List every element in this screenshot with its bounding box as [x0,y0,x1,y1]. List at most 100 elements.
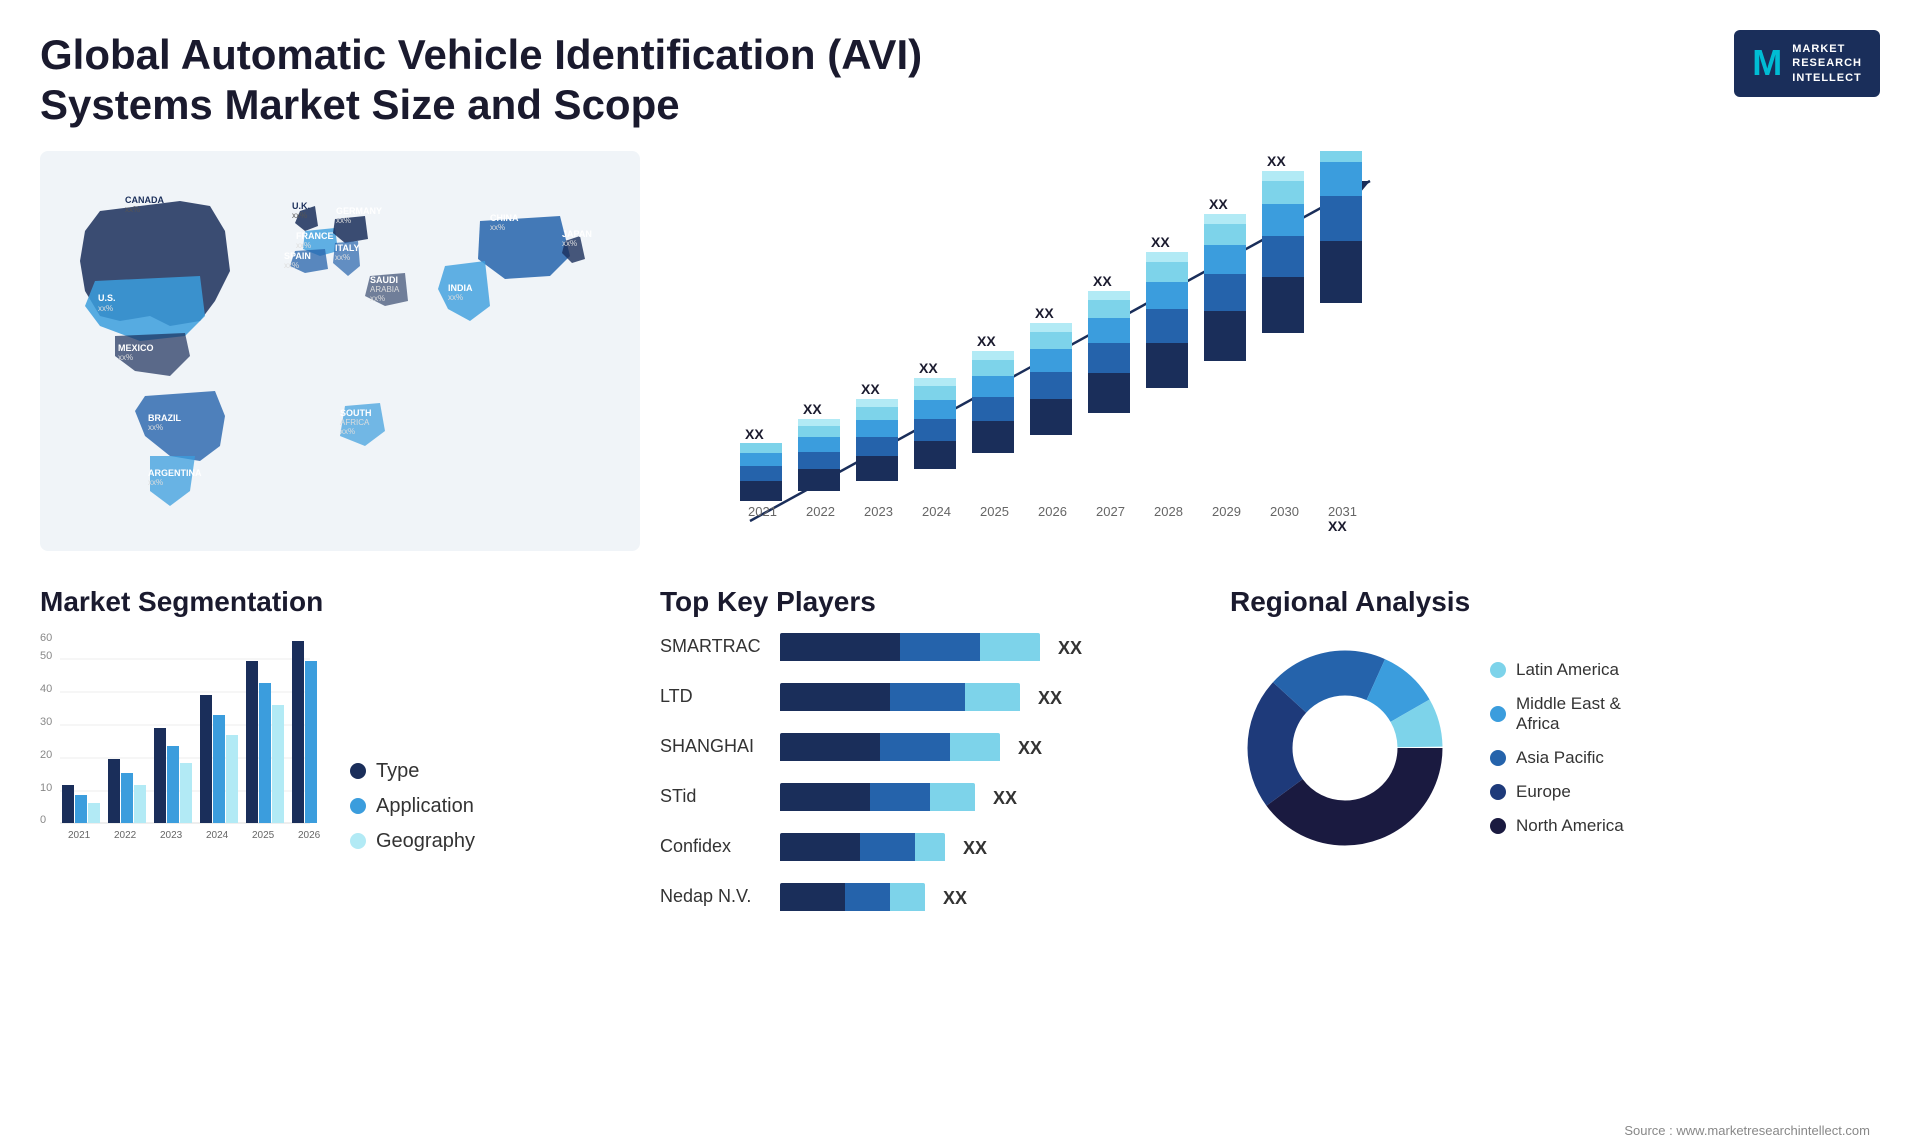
svg-text:GERMANY: GERMANY [336,206,382,216]
svg-text:xx%: xx% [98,304,113,313]
legend-type-label: Type [376,760,419,783]
svg-text:0: 0 [40,814,46,826]
svg-text:CHINA: CHINA [490,213,519,223]
legend-middle-east-africa: Middle East &Africa [1490,694,1624,734]
segmentation-chart: 0 10 20 30 40 50 60 2021 [40,633,320,853]
svg-text:xx%: xx% [340,427,355,436]
svg-text:2026: 2026 [1038,504,1067,519]
svg-text:U.S.: U.S. [98,293,116,303]
regional-title: Regional Analysis [1230,586,1870,618]
svg-text:xx%: xx% [562,239,577,248]
svg-text:xx%: xx% [490,223,505,232]
svg-text:2024: 2024 [206,830,229,841]
svg-text:2025: 2025 [980,504,1009,519]
europe-label: Europe [1516,782,1571,802]
svg-text:BRAZIL: BRAZIL [148,413,181,423]
svg-text:30: 30 [40,716,52,728]
svg-text:XX: XX [745,426,764,442]
svg-text:ARGENTINA: ARGENTINA [148,468,202,478]
svg-text:2030: 2030 [1270,504,1299,519]
map-section: CANADA xx% U.S. xx% MEXICO xx% BRAZIL xx… [40,151,680,576]
legend-geography: Geography [350,830,475,853]
svg-text:2022: 2022 [806,504,835,519]
segmentation-section: Market Segmentation 0 10 20 30 40 50 60 [40,586,620,925]
svg-text:xx%: xx% [296,241,311,250]
legend-europe: Europe [1490,782,1624,802]
svg-text:xx%: xx% [336,216,351,225]
svg-text:20: 20 [40,749,52,761]
svg-text:ITALY: ITALY [335,243,360,253]
europe-dot [1490,784,1506,800]
svg-text:xx%: xx% [284,261,299,270]
svg-text:XX: XX [1328,518,1347,534]
svg-text:INDIA: INDIA [448,283,473,293]
svg-text:2026: 2026 [298,830,320,841]
svg-text:40: 40 [40,683,52,695]
svg-text:XX: XX [1035,305,1054,321]
legend-north-america: North America [1490,816,1624,836]
svg-text:2025: 2025 [252,830,275,841]
svg-text:AFRICA: AFRICA [340,418,370,427]
svg-text:XX: XX [919,360,938,376]
page-title: Global Automatic Vehicle Identification … [40,30,940,131]
donut-chart [1230,633,1460,863]
regional-section: Regional Analysis Latin America [1220,586,1880,925]
svg-text:SPAIN: SPAIN [284,251,311,261]
legend-type: Type [350,760,475,783]
svg-text:CANADA: CANADA [125,195,164,205]
svg-text:2027: 2027 [1096,504,1125,519]
regional-legend: Latin America Middle East &Africa Asia P… [1490,660,1624,836]
source-text: Source : www.marketresearchintellect.com [1624,1123,1870,1138]
player-ltd: LTD XX [660,683,1180,715]
logo-m-icon: M [1752,42,1782,84]
legend-geography-label: Geography [376,830,475,853]
title-block: Global Automatic Vehicle Identification … [40,30,940,131]
svg-text:xx%: xx% [148,423,163,432]
bar-chart-section: XX 2021 XX 2022 XX 2023 XX 20 [700,151,1880,576]
segmentation-title: Market Segmentation [40,586,620,618]
latin-america-label: Latin America [1516,660,1619,680]
world-map: CANADA xx% U.S. xx% MEXICO xx% BRAZIL xx… [40,151,640,551]
svg-text:2029: 2029 [1212,504,1241,519]
svg-text:XX: XX [1267,153,1286,169]
svg-text:2031: 2031 [1328,504,1357,519]
page-header: Global Automatic Vehicle Identification … [0,0,1920,151]
key-players-section: Top Key Players SMARTRAC XX LTD [640,586,1200,925]
logo: M MARKET RESEARCH INTELLECT [1734,30,1880,97]
svg-text:2024: 2024 [922,504,951,519]
svg-text:xx%: xx% [148,478,163,487]
player-stid: STid XX [660,783,1180,815]
legend-application-label: Application [376,795,474,818]
type-dot [350,763,366,779]
svg-text:ARABIA: ARABIA [370,285,400,294]
middle-east-africa-dot [1490,706,1506,722]
player-shanghai: SHANGHAI XX [660,733,1180,765]
svg-text:2022: 2022 [114,830,137,841]
geography-dot [350,833,366,849]
donut-container: Latin America Middle East &Africa Asia P… [1230,633,1870,863]
svg-text:2021: 2021 [68,830,91,841]
svg-text:60: 60 [40,633,52,644]
svg-text:10: 10 [40,782,52,794]
svg-text:xx%: xx% [118,353,133,362]
legend-latin-america: Latin America [1490,660,1624,680]
svg-text:SOUTH: SOUTH [340,408,372,418]
svg-text:XX: XX [1093,273,1112,289]
logo-block: M MARKET RESEARCH INTELLECT [1734,30,1880,97]
latin-america-dot [1490,662,1506,678]
svg-text:2021: 2021 [748,504,777,519]
application-dot [350,798,366,814]
key-players-title: Top Key Players [660,586,1180,618]
svg-text:2023: 2023 [160,830,183,841]
svg-text:50: 50 [40,650,52,662]
svg-text:MEXICO: MEXICO [118,343,154,353]
svg-text:2028: 2028 [1154,504,1183,519]
asia-pacific-dot [1490,750,1506,766]
svg-text:xx%: xx% [125,205,140,214]
asia-pacific-label: Asia Pacific [1516,748,1604,768]
legend-asia-pacific: Asia Pacific [1490,748,1624,768]
svg-text:2023: 2023 [864,504,893,519]
svg-text:XX: XX [803,401,822,417]
svg-text:XX: XX [1151,234,1170,250]
legend-application: Application [350,795,475,818]
